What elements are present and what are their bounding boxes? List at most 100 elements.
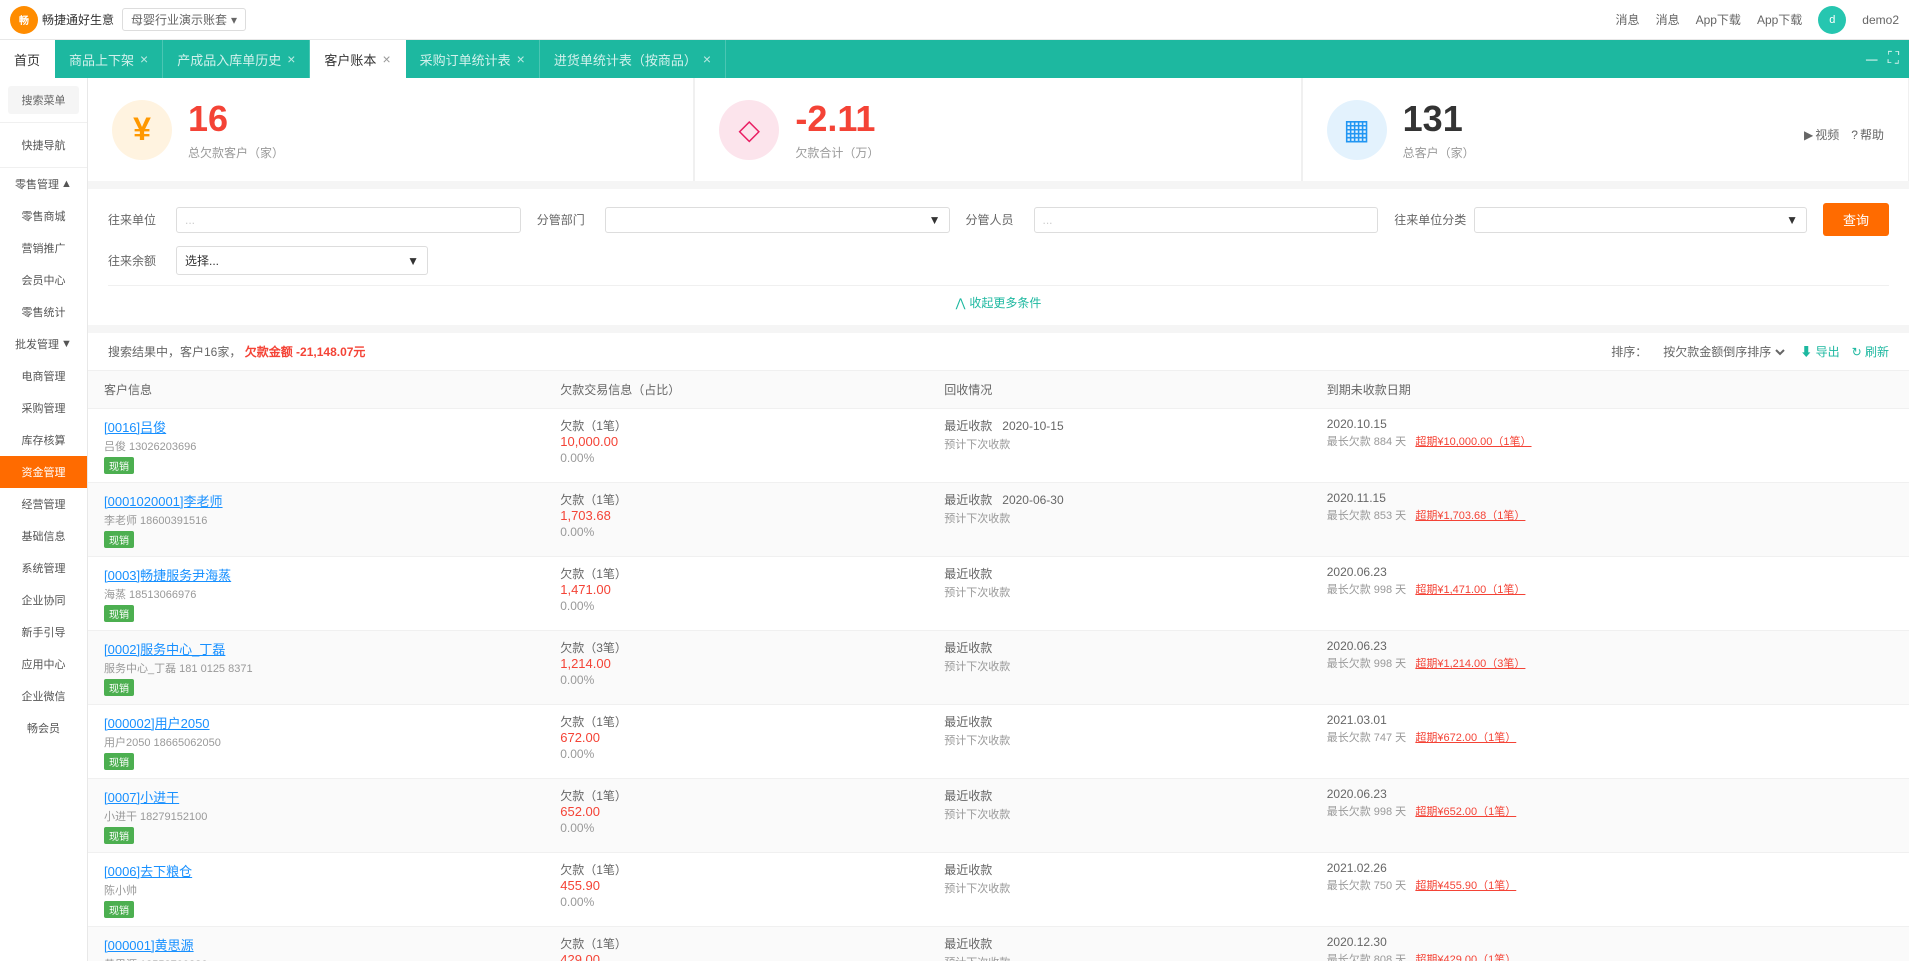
- tab-purchase-order-close[interactable]: ×: [517, 51, 525, 67]
- stat-icon-amount: ◇: [719, 100, 779, 160]
- overdue-link[interactable]: 超期¥429.00（1笔）: [1415, 954, 1516, 961]
- sidebar-item-batch-mgmt[interactable]: 批发管理 ▼: [0, 328, 87, 360]
- customer-name-link[interactable]: [0007]小进干: [104, 787, 528, 806]
- sidebar-item-system[interactable]: 系统管理: [0, 552, 87, 584]
- customer-tag: 现销: [104, 679, 134, 696]
- customer-name-link[interactable]: [0002]服务中心_丁磊: [104, 639, 528, 658]
- tab-home[interactable]: 首页: [0, 40, 55, 78]
- collapse-button[interactable]: ⋀ 收起更多条件: [108, 285, 1889, 311]
- debt-amount[interactable]: 1,703.68: [560, 508, 912, 523]
- export-btn[interactable]: ⬇ 导出: [1800, 343, 1839, 360]
- video-link[interactable]: ▶ 视频: [1804, 126, 1839, 143]
- refresh-btn[interactable]: ↻ 刷新: [1852, 343, 1889, 360]
- sidebar-quick-nav[interactable]: 快捷导航: [0, 129, 87, 161]
- sidebar-item-enterprise[interactable]: 企业协同: [0, 584, 87, 616]
- tab-expand-icon[interactable]: ⛶: [1888, 50, 1899, 68]
- debt-amount[interactable]: 672.00: [560, 730, 912, 745]
- tab-minimize-icon[interactable]: －: [1864, 47, 1880, 71]
- tab-produce-history[interactable]: 产成品入库单历史 ×: [163, 40, 310, 78]
- message-link[interactable]: 消息: [1616, 11, 1640, 28]
- debt-info: 欠款（1笔）: [560, 935, 912, 952]
- overdue-link[interactable]: 超期¥1,471.00（1笔）: [1415, 584, 1525, 596]
- sidebar-item-ops[interactable]: 经营管理: [0, 488, 87, 520]
- last-collection: 最近收款: [944, 565, 1294, 582]
- customer-name-link[interactable]: [0006]去下粮仓: [104, 861, 528, 880]
- overdue-link[interactable]: 超期¥1,214.00（3笔）: [1415, 658, 1525, 670]
- sidebar-item-finance[interactable]: 资金管理: [0, 456, 87, 488]
- tab-purchase-order[interactable]: 采购订单统计表 ×: [406, 40, 540, 78]
- filter-area: 往来单位 ... 分管部门 ▼ 分管人员 ...: [88, 189, 1909, 325]
- customer-contact: 海蒸 18513066976: [104, 586, 528, 602]
- overdue-days: 最长欠款 853 天 超期¥1,703.68（1笔）: [1327, 507, 1893, 523]
- app-download-link[interactable]: App下载: [1696, 11, 1741, 28]
- customer-name-link[interactable]: [0001020001]李老师: [104, 491, 528, 510]
- overdue-date: 2020.10.15: [1327, 417, 1893, 431]
- debt-amount[interactable]: 652.00: [560, 804, 912, 819]
- sidebar-item-purchase[interactable]: 采购管理: [0, 392, 87, 424]
- tab-produce-history-close[interactable]: ×: [287, 51, 295, 67]
- cell-debt-c5: 欠款（1笔） 672.00 0.00%: [544, 705, 928, 779]
- tab-customer-account[interactable]: 客户账本 ×: [310, 40, 405, 78]
- brand-select[interactable]: 母婴行业演示账套 ▾: [122, 8, 246, 31]
- filter-input-source-unit[interactable]: ...: [176, 207, 521, 233]
- app-download-label[interactable]: App下载: [1757, 11, 1802, 28]
- stat-value-total: 131: [1403, 98, 1475, 140]
- sidebar-item-marketing[interactable]: 营销推广: [0, 232, 87, 264]
- sort-select[interactable]: 按欠款金额倒序排序: [1659, 344, 1788, 360]
- overdue-link[interactable]: 超期¥10,000.00（1笔）: [1415, 436, 1531, 448]
- sidebar-item-inventory[interactable]: 库存核算: [0, 424, 87, 456]
- sidebar-search-btn[interactable]: 搜索菜单: [8, 86, 79, 114]
- filter-select-dept[interactable]: ▼: [605, 207, 950, 233]
- debt-pct: 0.00%: [560, 525, 912, 539]
- debt-amount[interactable]: 1,214.00: [560, 656, 912, 671]
- tab-product-off[interactable]: 商品上下架 ×: [55, 40, 163, 78]
- help-link[interactable]: ? 帮助: [1851, 126, 1884, 143]
- filter-balance-placeholder: 选择...: [185, 252, 219, 269]
- debt-amount[interactable]: 455.90: [560, 878, 912, 893]
- tab-home-label: 首页: [14, 50, 40, 69]
- table-actions: 排序： 按欠款金额倒序排序 ⬇ 导出 ↻ 刷新: [1611, 343, 1889, 360]
- table-row: [0002]服务中心_丁磊 服务中心_丁磊 181 0125 8371 现销 欠…: [88, 631, 1909, 705]
- overdue-link[interactable]: 超期¥1,703.68（1笔）: [1415, 510, 1525, 522]
- user-avatar[interactable]: d: [1818, 6, 1846, 34]
- data-table: 客户信息 欠款交易信息（占比） 回收情况 到期未收款日期 [0016]吕俊 吕俊…: [88, 371, 1909, 961]
- cell-collection-c5: 最近收款 预计下次收款: [928, 705, 1310, 779]
- filter-input-person[interactable]: ...: [1034, 207, 1379, 233]
- tab-purchase-stat-close[interactable]: ×: [703, 51, 711, 67]
- brand-name: 母婴行业演示账套: [131, 11, 227, 28]
- sidebar-item-guide[interactable]: 新手引导: [0, 616, 87, 648]
- sidebar-item-ecommerce[interactable]: 电商管理: [0, 360, 87, 392]
- tab-customer-account-close[interactable]: ×: [382, 51, 390, 67]
- customer-name-link[interactable]: [0016]吕俊: [104, 417, 528, 436]
- customer-tag: 现销: [104, 753, 134, 770]
- sidebar-item-member-plus[interactable]: 畅会员: [0, 712, 87, 744]
- sidebar-item-retail-mgmt[interactable]: 零售管理 ▲: [0, 168, 87, 200]
- sidebar-item-basic[interactable]: 基础信息: [0, 520, 87, 552]
- filter-select-balance[interactable]: 选择... ▼: [176, 246, 428, 275]
- overdue-link[interactable]: 超期¥455.90（1笔）: [1415, 880, 1516, 892]
- sidebar-item-corp-wechat[interactable]: 企业微信: [0, 680, 87, 712]
- help-icon: ?: [1851, 128, 1858, 142]
- debt-amount[interactable]: 1,471.00: [560, 582, 912, 597]
- tab-purchase-stat[interactable]: 进货单统计表（按商品） ×: [540, 40, 726, 78]
- filter-item-dept: 分管部门 ▼: [537, 207, 950, 233]
- sidebar-item-retail-mall[interactable]: 零售商城: [0, 200, 87, 232]
- message-label[interactable]: 消息: [1656, 11, 1680, 28]
- debt-amount[interactable]: 429.00: [560, 952, 912, 961]
- user-name[interactable]: demo2: [1862, 13, 1899, 27]
- overdue-link[interactable]: 超期¥652.00（1笔）: [1415, 806, 1516, 818]
- customer-name-link[interactable]: [0003]畅捷服务尹海蒸: [104, 565, 528, 584]
- sidebar-item-member[interactable]: 会员中心: [0, 264, 87, 296]
- customer-name-link[interactable]: [000001]黄思源: [104, 935, 528, 954]
- filter-person-placeholder: ...: [1043, 213, 1053, 227]
- debt-amount[interactable]: 10,000.00: [560, 434, 912, 449]
- filter-select-unit-category[interactable]: ▼: [1474, 207, 1807, 233]
- overdue-link[interactable]: 超期¥672.00（1笔）: [1415, 732, 1516, 744]
- stat-label-debt: 总欠款客户（家）: [188, 144, 284, 161]
- cell-debt-c8: 欠款（1笔） 429.00 0.00%: [544, 927, 928, 961]
- customer-name-link[interactable]: [000002]用户2050: [104, 713, 528, 732]
- sidebar-item-app-center[interactable]: 应用中心: [0, 648, 87, 680]
- search-button[interactable]: 查询: [1823, 203, 1889, 236]
- sidebar-item-retail-stat[interactable]: 零售统计: [0, 296, 87, 328]
- tab-product-off-close[interactable]: ×: [140, 51, 148, 67]
